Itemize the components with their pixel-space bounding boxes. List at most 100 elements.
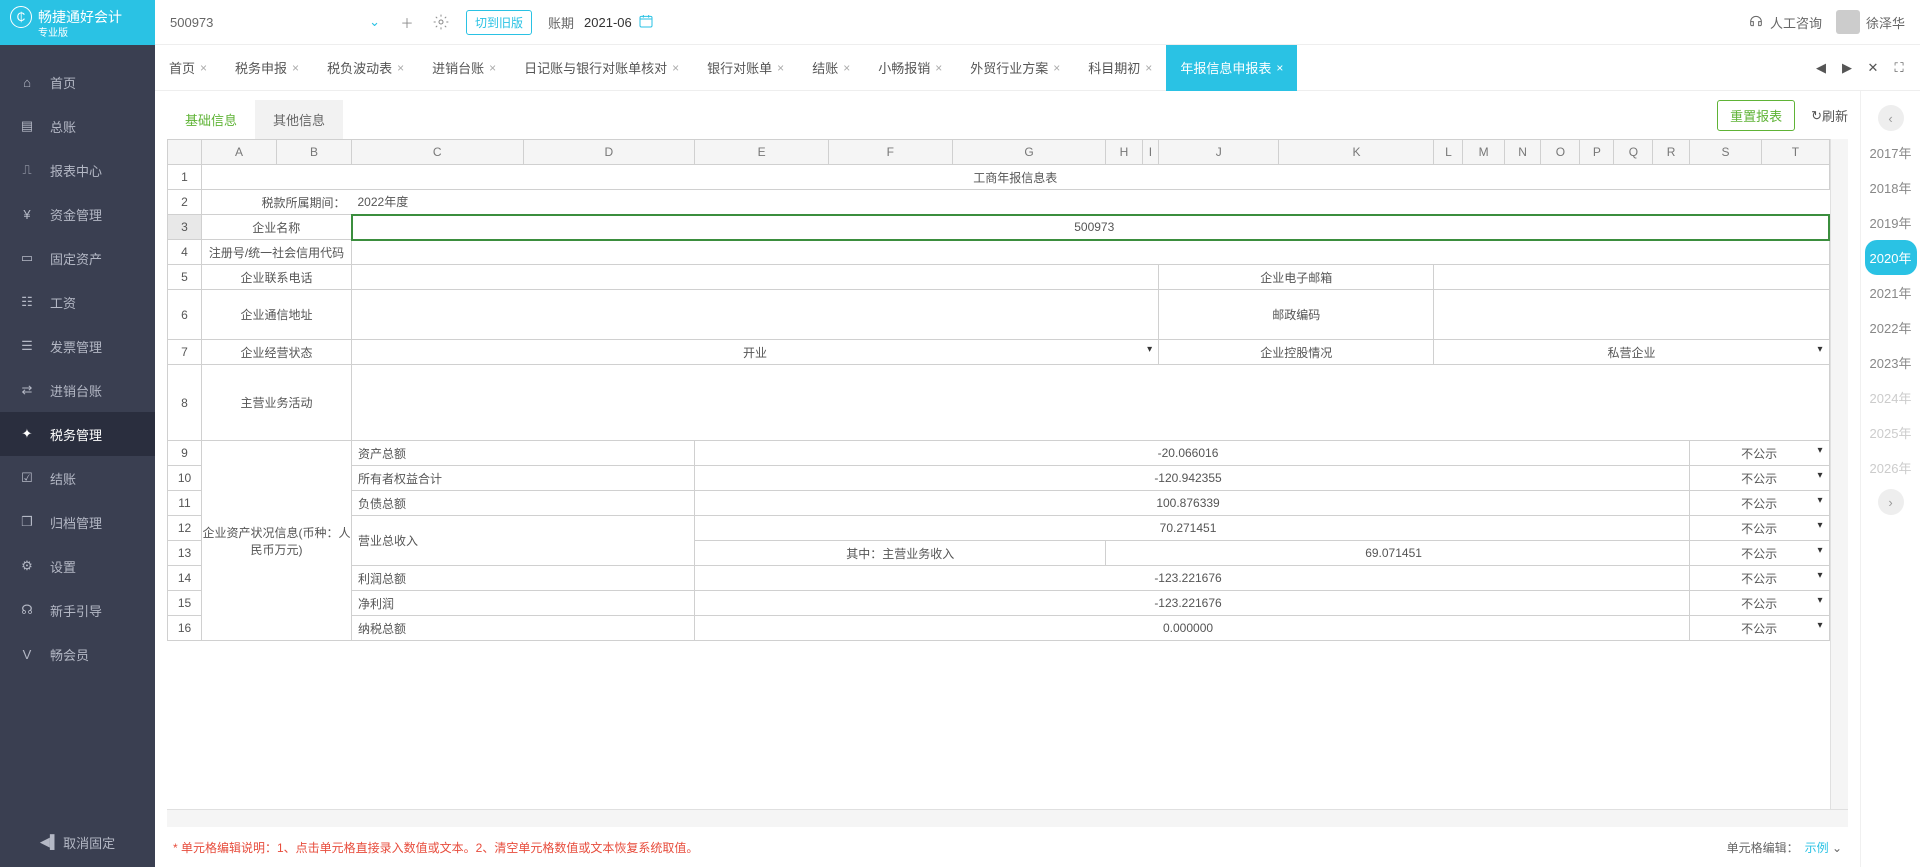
status-select[interactable]: 开业 <box>352 340 1159 365</box>
year-option[interactable]: 2026年 <box>1865 450 1917 485</box>
close-icon[interactable]: × <box>672 61 679 75</box>
refresh-button[interactable]: ↻ 刷新 <box>1811 106 1848 125</box>
tab[interactable]: 科目期初× <box>1074 45 1166 91</box>
nav-item-chart[interactable]: ⎍报表中心 <box>0 148 155 192</box>
nav-item-ledger[interactable]: ▤总账 <box>0 104 155 148</box>
year-option[interactable]: 2024年 <box>1865 380 1917 415</box>
nav-item-tax[interactable]: ✦税务管理 <box>0 412 155 456</box>
close-icon[interactable]: × <box>489 61 496 75</box>
calendar-icon[interactable] <box>638 13 654 32</box>
close-icon[interactable]: × <box>292 61 299 75</box>
col-header[interactable]: H <box>1106 140 1142 165</box>
year-option[interactable]: 2025年 <box>1865 415 1917 450</box>
nav-item-salary[interactable]: ☷工资 <box>0 280 155 324</box>
col-header[interactable]: Q <box>1614 140 1653 165</box>
period-value[interactable]: 2021-06 <box>584 15 632 30</box>
year-rail: ‹ 2017年2018年2019年2020年2021年2022年2023年202… <box>1860 91 1920 867</box>
tab[interactable]: 首页× <box>155 45 221 91</box>
close-icon[interactable]: × <box>777 61 784 75</box>
tabs-prev-icon[interactable]: ◀ <box>1808 55 1834 81</box>
holding-select[interactable]: 私营企业 <box>1434 340 1829 365</box>
col-header[interactable]: B <box>277 140 352 165</box>
tab[interactable]: 结账× <box>798 45 864 91</box>
close-icon[interactable]: × <box>1053 61 1060 75</box>
year-option[interactable]: 2019年 <box>1865 205 1917 240</box>
example-link[interactable]: 示例 <box>1805 841 1829 855</box>
year-option[interactable]: 2020年 <box>1865 240 1917 275</box>
nav-item-home[interactable]: ⌂首页 <box>0 60 155 104</box>
close-icon[interactable]: × <box>397 61 404 75</box>
active-cell[interactable]: 500973 <box>352 215 1830 240</box>
nav-item-gear[interactable]: ⚙设置 <box>0 544 155 588</box>
unpin-button[interactable]: ◀▌取消固定 <box>0 817 155 867</box>
username[interactable]: 徐泽华 <box>1866 13 1905 32</box>
col-header[interactable]: G <box>952 140 1106 165</box>
col-header[interactable]: M <box>1463 140 1504 165</box>
col-header[interactable]: O <box>1541 140 1580 165</box>
col-header[interactable]: P <box>1580 140 1614 165</box>
year-prev-icon[interactable]: ‹ <box>1878 105 1904 131</box>
tab[interactable]: 进销台账× <box>418 45 510 91</box>
col-header[interactable]: D <box>523 140 695 165</box>
col-header[interactable]: A <box>202 140 277 165</box>
old-version-button[interactable]: 切到旧版 <box>466 10 532 35</box>
nav-item-asset[interactable]: ▭固定资产 <box>0 236 155 280</box>
corner-cell[interactable] <box>168 140 202 165</box>
col-header[interactable]: J <box>1159 140 1279 165</box>
tab[interactable]: 外贸行业方案× <box>956 45 1074 91</box>
tab[interactable]: 日记账与银行对账单核对× <box>510 45 693 91</box>
col-header[interactable]: N <box>1504 140 1540 165</box>
nav-item-invoice[interactable]: ☰发票管理 <box>0 324 155 368</box>
tab[interactable]: 年报信息申报表× <box>1166 45 1297 91</box>
close-icon[interactable]: × <box>935 61 942 75</box>
period-label: 账期 <box>548 13 574 32</box>
col-header[interactable]: E <box>695 140 829 165</box>
gear-icon[interactable] <box>428 9 454 35</box>
company-select[interactable]: 500973⌄ <box>170 14 390 30</box>
tab[interactable]: 小畅报销× <box>864 45 956 91</box>
sheet-tab-basic[interactable]: 基础信息 <box>167 98 255 139</box>
col-header[interactable]: F <box>828 140 952 165</box>
fullscreen-icon[interactable]: ⛶ <box>1886 55 1912 81</box>
topbar: 500973⌄ ＋ 切到旧版 账期 2021-06 人工咨询 徐泽华 <box>155 0 1920 45</box>
year-option[interactable]: 2022年 <box>1865 310 1917 345</box>
tabs-close-icon[interactable]: ✕ <box>1860 55 1886 81</box>
tab[interactable]: 银行对账单× <box>693 45 798 91</box>
nav-item-guide[interactable]: ☊新手引导 <box>0 588 155 632</box>
reset-report-button[interactable]: 重置报表 <box>1717 100 1795 131</box>
nav-item-close[interactable]: ☑结账 <box>0 456 155 500</box>
nav-item-psi[interactable]: ⇄进销台账 <box>0 368 155 412</box>
sheet-tab-other[interactable]: 其他信息 <box>255 100 343 139</box>
nav-item-vip[interactable]: V畅会员 <box>0 632 155 676</box>
avatar[interactable] <box>1836 10 1860 34</box>
vertical-scrollbar[interactable] <box>1830 139 1848 809</box>
vip-icon: V <box>18 645 36 663</box>
add-icon[interactable]: ＋ <box>394 9 420 35</box>
tab[interactable]: 税务申报× <box>221 45 313 91</box>
tab[interactable]: 税负波动表× <box>313 45 418 91</box>
close-icon[interactable]: × <box>1276 61 1283 75</box>
nav-item-fund[interactable]: ¥资金管理 <box>0 192 155 236</box>
close-icon[interactable]: × <box>1145 61 1152 75</box>
year-option[interactable]: 2021年 <box>1865 275 1917 310</box>
close-icon[interactable]: × <box>843 61 850 75</box>
horizontal-scrollbar[interactable] <box>167 809 1848 827</box>
close-icon[interactable]: × <box>200 61 207 75</box>
consult-link[interactable]: 人工咨询 <box>1770 13 1822 32</box>
headset-icon[interactable] <box>1748 13 1764 32</box>
spreadsheet[interactable]: ABCDEFGHIJKLMNOPQRST 1工商年报信息表 2税款所属期间：20… <box>167 139 1830 641</box>
nav-item-archive[interactable]: ❒归档管理 <box>0 500 155 544</box>
col-header[interactable]: R <box>1653 140 1689 165</box>
col-header[interactable]: K <box>1279 140 1434 165</box>
year-option[interactable]: 2018年 <box>1865 170 1917 205</box>
col-header[interactable]: C <box>352 140 524 165</box>
year-option[interactable]: 2023年 <box>1865 345 1917 380</box>
salary-icon: ☷ <box>18 293 36 311</box>
tabs-next-icon[interactable]: ▶ <box>1834 55 1860 81</box>
year-next-icon[interactable]: › <box>1878 489 1904 515</box>
col-header[interactable]: T <box>1762 140 1829 165</box>
year-option[interactable]: 2017年 <box>1865 135 1917 170</box>
col-header[interactable]: L <box>1434 140 1463 165</box>
col-header[interactable]: I <box>1142 140 1158 165</box>
col-header[interactable]: S <box>1689 140 1761 165</box>
